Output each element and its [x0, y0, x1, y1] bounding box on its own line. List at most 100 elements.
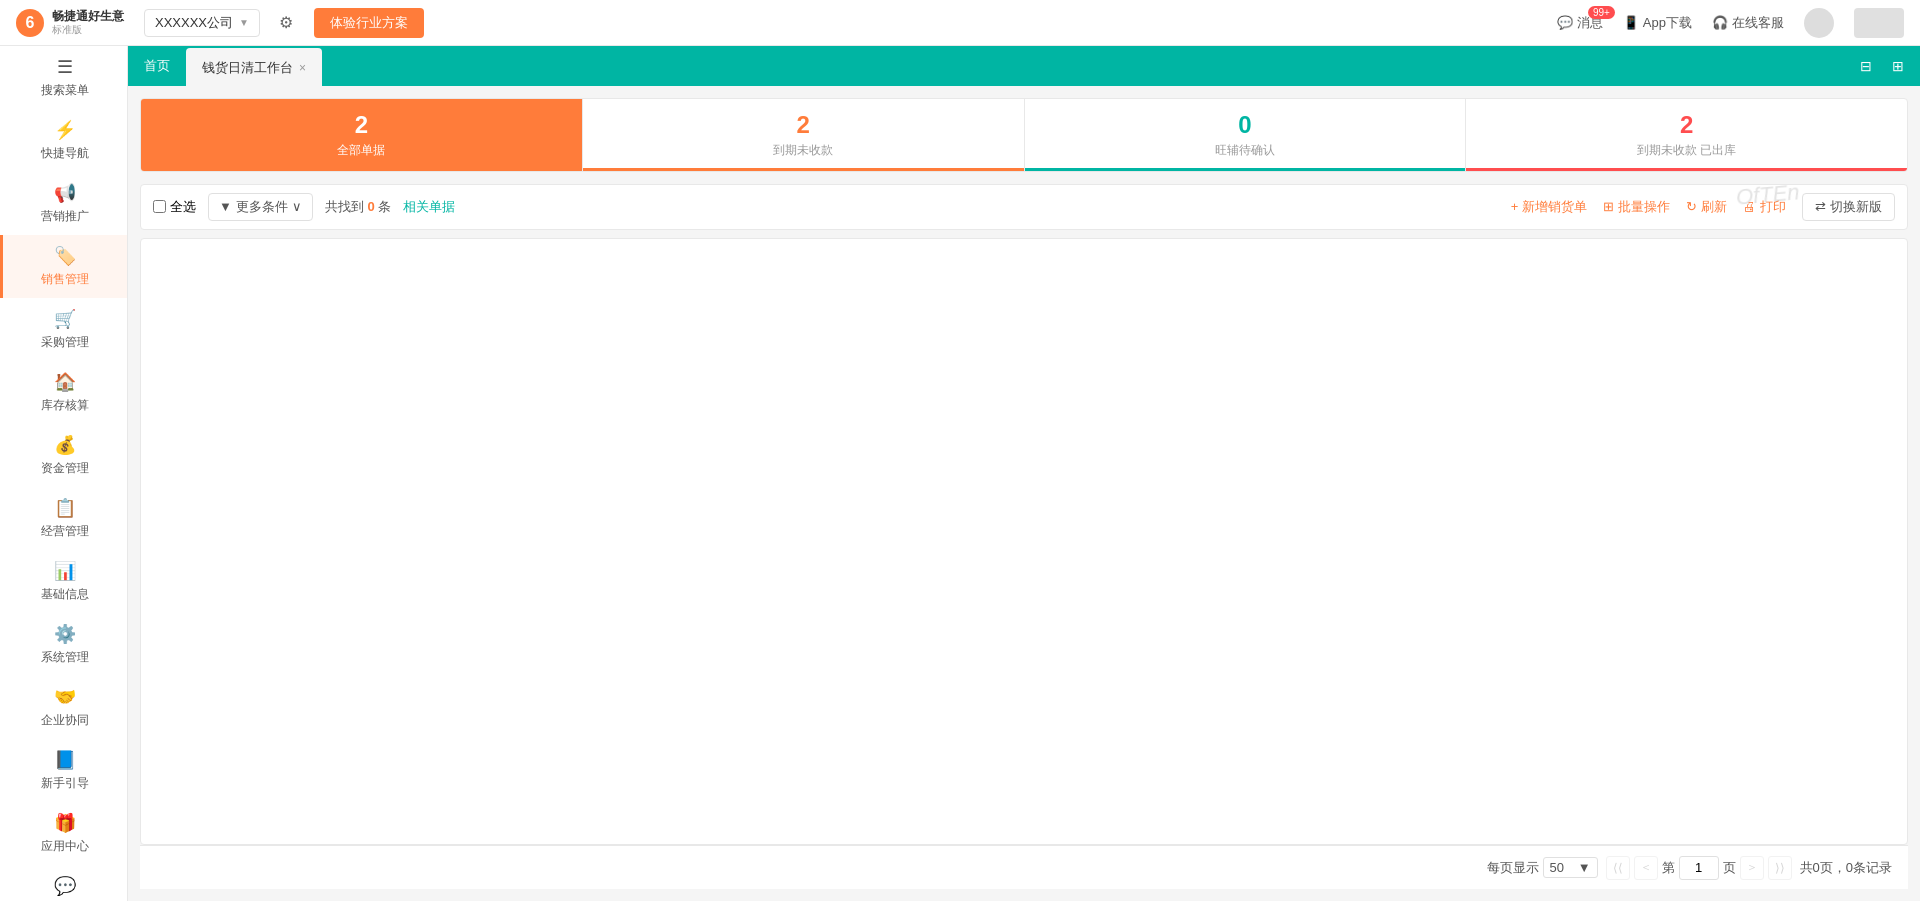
online-service-label: 在线客服	[1732, 14, 1784, 32]
card-indicator-overdue	[583, 168, 1024, 171]
page-input[interactable]	[1679, 856, 1719, 880]
per-page-arrow: ▼	[1578, 860, 1591, 875]
sidebar-label-app-center: 应用中心	[41, 838, 89, 855]
prev-page-button[interactable]: ＜	[1634, 856, 1658, 880]
sidebar-label-operations: 经营管理	[41, 523, 89, 540]
card-num-all: 2	[161, 111, 562, 140]
card-indicator-all	[141, 168, 582, 171]
sidebar-item-sales-mgmt[interactable]: 🏷️ 销售管理	[0, 235, 127, 298]
card-num-pending: 0	[1045, 111, 1446, 140]
related-records-button[interactable]: 相关单据	[403, 198, 455, 216]
search-menu-icon: ☰	[57, 56, 73, 78]
summary-card-pending[interactable]: 0 旺辅待确认	[1025, 99, 1467, 171]
more-filter-label: 更多条件	[236, 198, 288, 216]
tab-home[interactable]: 首页	[128, 46, 186, 86]
sidebar-label-finance: 资金管理	[41, 460, 89, 477]
main-layout: ☰ 搜索菜单 ⚡ 快捷导航 📢 营销推广 🏷️ 销售管理 🛒 采购管理 🏠 库存…	[0, 46, 1920, 901]
settings-button[interactable]: ⚙	[270, 7, 302, 39]
select-all-input[interactable]	[153, 200, 166, 213]
avatar[interactable]	[1804, 8, 1834, 38]
card-label-pending: 旺辅待确认	[1045, 142, 1446, 159]
app-name-sub: 标准版	[52, 24, 124, 36]
user-name-display[interactable]	[1854, 8, 1904, 38]
add-sales-order-button[interactable]: + 新增销货单	[1511, 198, 1587, 216]
last-page-button[interactable]: ⟩⟩	[1768, 856, 1792, 880]
batch-icon: ⊞	[1603, 199, 1614, 214]
tab-current[interactable]: 钱货日清工作台 ×	[186, 48, 322, 88]
sidebar-label-sales-mgmt: 销售管理	[41, 271, 89, 288]
app-download-label: App下载	[1643, 14, 1692, 32]
messages-button[interactable]: 💬 消息 99+	[1557, 14, 1603, 32]
sidebar-label-enterprise: 企业协同	[41, 712, 89, 729]
sidebar-item-wechat-biz[interactable]: 💬 企业微信	[0, 865, 127, 901]
first-page-button[interactable]: ⟨⟨	[1606, 856, 1630, 880]
logo-area: 6 畅捷通好生意 标准版	[16, 9, 144, 37]
sidebar-item-finance[interactable]: 💰 资金管理	[0, 424, 127, 487]
logo-icon: 6	[16, 9, 44, 37]
select-all-checkbox[interactable]: 全选	[153, 198, 196, 216]
app-center-icon: 🎁	[54, 812, 76, 834]
top-header: 6 畅捷通好生意 标准版 XXXXXX公司 ▼ ⚙ 体验行业方案 💬 消息 99…	[0, 0, 1920, 46]
batch-operation-button[interactable]: ⊞ 批量操作	[1603, 198, 1670, 216]
sidebar-item-inventory[interactable]: 🏠 库存核算	[0, 361, 127, 424]
quick-nav-icon: ⚡	[54, 119, 76, 141]
card-num-overdue: 2	[603, 111, 1004, 140]
sidebar-item-enterprise[interactable]: 🤝 企业协同	[0, 676, 127, 739]
filter-icon: ▼	[219, 199, 232, 214]
finance-icon: 💰	[54, 434, 76, 456]
basic-info-icon: 📊	[54, 560, 76, 582]
sidebar-label-sys-mgmt: 系统管理	[41, 649, 89, 666]
summary-card-overdue[interactable]: 2 到期未收款	[583, 99, 1025, 171]
tab-minimize-button[interactable]: ⊟	[1854, 56, 1878, 76]
page-content: 2 全部单据 2 到期未收款 0 旺辅待确认 2 到期未收款 已出库	[128, 86, 1920, 901]
download-icon: 📱	[1623, 15, 1639, 30]
select-all-label: 全选	[170, 198, 196, 216]
sidebar-item-search-menu[interactable]: ☰ 搜索菜单	[0, 46, 127, 109]
per-page-input[interactable]: 50 ▼	[1543, 857, 1598, 878]
page-nav: ⟨⟨ ＜ 第 页 ＞ ⟩⟩	[1606, 856, 1792, 880]
sales-mgmt-icon: 🏷️	[54, 245, 76, 267]
page-label: 第	[1662, 859, 1675, 877]
page-summary: 共0页，0条记录	[1800, 859, 1892, 877]
sidebar: ☰ 搜索菜单 ⚡ 快捷导航 📢 营销推广 🏷️ 销售管理 🛒 采购管理 🏠 库存…	[0, 46, 128, 901]
found-prefix: 共找到	[325, 199, 364, 214]
card-label-out: 到期未收款 已出库	[1486, 142, 1887, 159]
trial-button[interactable]: 体验行业方案	[314, 8, 424, 38]
switch-version-button[interactable]: ⇄ 切换新版	[1802, 193, 1895, 221]
sidebar-item-app-center[interactable]: 🎁 应用中心	[0, 802, 127, 865]
sidebar-item-basic-info[interactable]: 📊 基础信息	[0, 550, 127, 613]
found-unit: 条	[378, 199, 391, 214]
sidebar-item-purchase-mgmt[interactable]: 🛒 采购管理	[0, 298, 127, 361]
per-page-value: 50	[1550, 860, 1564, 875]
next-page-button[interactable]: ＞	[1740, 856, 1764, 880]
marketing-icon: 📢	[54, 182, 76, 204]
batch-label: 批量操作	[1618, 198, 1670, 216]
company-selector[interactable]: XXXXXX公司 ▼	[144, 9, 260, 37]
sidebar-item-sys-mgmt[interactable]: ⚙️ 系统管理	[0, 613, 127, 676]
card-label-all: 全部单据	[161, 142, 562, 159]
message-icon: 💬	[1557, 15, 1573, 30]
sidebar-item-operations[interactable]: 📋 经营管理	[0, 487, 127, 550]
tab-maximize-button[interactable]: ⊞	[1886, 56, 1910, 76]
switch-icon: ⇄	[1815, 199, 1826, 214]
content-area: 首页 钱货日清工作台 × ⊟ ⊞ 2 全部单据 2	[128, 46, 1920, 901]
sidebar-item-quick-nav[interactable]: ⚡ 快捷导航	[0, 109, 127, 172]
refresh-button[interactable]: ↻ 刷新	[1686, 198, 1727, 216]
tab-bar: 首页 钱货日清工作台 × ⊟ ⊞	[128, 46, 1920, 86]
summary-cards: 2 全部单据 2 到期未收款 0 旺辅待确认 2 到期未收款 已出库	[140, 98, 1908, 172]
more-filter-button[interactable]: ▼ 更多条件 ∨	[208, 193, 313, 221]
summary-card-all[interactable]: 2 全部单据	[141, 99, 583, 171]
print-icon: 🖨	[1743, 199, 1756, 214]
found-count: 0	[368, 199, 375, 214]
sidebar-label-marketing: 营销推广	[41, 208, 89, 225]
print-button[interactable]: 🖨 打印	[1743, 198, 1786, 216]
online-service-button[interactable]: 🎧 在线客服	[1712, 14, 1784, 32]
tab-close-button[interactable]: ×	[299, 61, 306, 75]
summary-card-out[interactable]: 2 到期未收款 已出库	[1466, 99, 1907, 171]
card-num-out: 2	[1486, 111, 1887, 140]
per-page-select[interactable]: 每页显示 50 ▼	[1487, 857, 1598, 878]
app-download-button[interactable]: 📱 App下载	[1623, 14, 1692, 32]
sidebar-item-marketing[interactable]: 📢 营销推广	[0, 172, 127, 235]
sys-mgmt-icon: ⚙️	[54, 623, 76, 645]
sidebar-item-guide[interactable]: 📘 新手引导	[0, 739, 127, 802]
